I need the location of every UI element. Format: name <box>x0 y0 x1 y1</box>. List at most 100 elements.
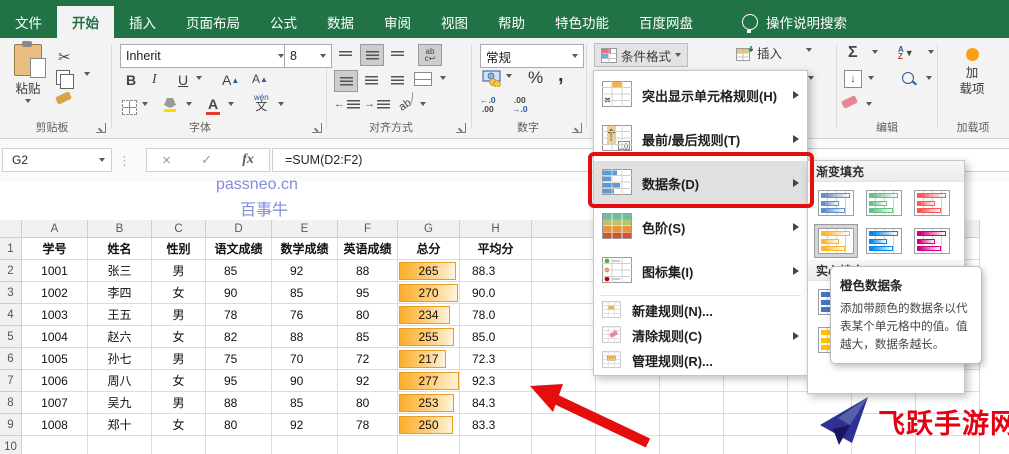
cell-C6[interactable]: 男 <box>152 348 206 370</box>
cell-A6[interactable]: 1005 <box>22 348 88 370</box>
clear-dropdown[interactable] <box>866 102 872 106</box>
swatch-purple-data-bar[interactable] <box>910 224 954 258</box>
font-name-select[interactable]: Inherit <box>120 44 290 68</box>
tab-特色功能[interactable]: 特色功能 <box>540 6 624 38</box>
cell-C4[interactable]: 男 <box>152 304 206 326</box>
row-header-1[interactable]: 1 <box>0 238 22 260</box>
underline-dropdown[interactable] <box>196 76 202 80</box>
cell-A8[interactable]: 1007 <box>22 392 88 414</box>
autosum-dropdown[interactable] <box>872 50 878 54</box>
empty-cell[interactable] <box>660 392 724 414</box>
column-header-C[interactable]: C <box>152 220 206 238</box>
cell-A5[interactable]: 1004 <box>22 326 88 348</box>
alignment-dialog-launcher[interactable] <box>456 123 466 133</box>
row-header-7[interactable]: 7 <box>0 370 22 392</box>
empty-cell[interactable] <box>788 414 852 436</box>
wrap-text-button[interactable]: abc↩ <box>418 44 442 66</box>
empty-cell[interactable] <box>532 414 596 436</box>
tell-me-search[interactable]: 操作说明搜索 <box>742 6 847 38</box>
swatch-light-blue-data-bar[interactable] <box>862 224 906 258</box>
menu-item-数据条(D)[interactable]: 数据条(D) <box>594 161 807 205</box>
menu-item-清除规则(C)[interactable]: 清除规则(C) <box>594 323 807 348</box>
copy-button[interactable] <box>56 70 70 85</box>
row-header-5[interactable]: 5 <box>0 326 22 348</box>
cell-G3[interactable]: 270 <box>398 282 460 304</box>
font-size-select[interactable]: 8 <box>284 44 332 68</box>
align-center-button[interactable] <box>360 70 382 90</box>
font-color-dropdown[interactable] <box>228 102 234 106</box>
clipboard-dialog-launcher[interactable] <box>96 123 106 133</box>
empty-cell[interactable] <box>532 348 596 370</box>
cell-A3[interactable]: 1002 <box>22 282 88 304</box>
cell-C7[interactable]: 女 <box>152 370 206 392</box>
tab-页面布局[interactable]: 页面布局 <box>171 6 255 38</box>
cut-button[interactable]: ✂ <box>58 48 71 66</box>
row-header-9[interactable]: 9 <box>0 414 22 436</box>
row-header-3[interactable]: 3 <box>0 282 22 304</box>
empty-cell[interactable] <box>852 392 916 414</box>
cell-C5[interactable]: 女 <box>152 326 206 348</box>
find-select-dropdown[interactable] <box>926 76 932 80</box>
fill-button[interactable]: ↓ <box>844 70 862 88</box>
cell-A2[interactable]: 1001 <box>22 260 88 282</box>
header-cell-平均分[interactable]: 平均分 <box>460 238 532 260</box>
percent-style-button[interactable]: % <box>528 68 543 88</box>
cell-B5[interactable]: 赵六 <box>88 326 152 348</box>
conditional-formatting-button[interactable]: 条件格式 <box>594 43 688 67</box>
empty-cell[interactable] <box>532 260 596 282</box>
column-header-H[interactable]: H <box>460 220 532 238</box>
header-cell-学号[interactable]: 学号 <box>22 238 88 260</box>
column-header-G[interactable]: G <box>398 220 460 238</box>
cell-D6[interactable]: 75 <box>206 348 272 370</box>
header-cell-英语成绩[interactable]: 英语成绩 <box>338 238 398 260</box>
cell-C9[interactable]: 女 <box>152 414 206 436</box>
empty-cell[interactable] <box>460 436 532 454</box>
swatch-red-data-bar[interactable] <box>910 186 954 220</box>
row-header-6[interactable]: 6 <box>0 348 22 370</box>
cell-H9[interactable]: 83.3 <box>460 414 532 436</box>
increase-decimal-button[interactable]: ←.0.00 <box>480 96 496 114</box>
cell-H4[interactable]: 78.0 <box>460 304 532 326</box>
phonetic-dropdown[interactable] <box>278 102 284 106</box>
tab-百度网盘[interactable]: 百度网盘 <box>624 6 708 38</box>
empty-cell[interactable] <box>532 238 596 260</box>
accounting-dropdown[interactable] <box>506 74 512 78</box>
cell-E5[interactable]: 88 <box>272 326 338 348</box>
column-header-F[interactable]: F <box>338 220 398 238</box>
decrease-decimal-button[interactable]: .00→.0 <box>512 96 528 114</box>
cell-B4[interactable]: 王五 <box>88 304 152 326</box>
cell-G4[interactable]: 234 <box>398 304 460 326</box>
align-bottom-button[interactable] <box>386 44 408 64</box>
decrease-indent-button[interactable]: ← <box>334 98 360 110</box>
cell-A7[interactable]: 1006 <box>22 370 88 392</box>
add-ins-button[interactable]: 加载项 <box>946 48 998 97</box>
phonetic-guide-button[interactable]: wén 文 <box>254 94 269 110</box>
empty-cell[interactable] <box>596 414 660 436</box>
cell-G2[interactable]: 265 <box>398 260 460 282</box>
cell-H2[interactable]: 88.3 <box>460 260 532 282</box>
empty-cell[interactable] <box>852 436 916 454</box>
cell-E9[interactable]: 92 <box>272 414 338 436</box>
increase-indent-button[interactable]: → <box>364 98 390 110</box>
cell-E8[interactable]: 85 <box>272 392 338 414</box>
cell-B3[interactable]: 李四 <box>88 282 152 304</box>
align-middle-button[interactable] <box>360 44 384 66</box>
empty-cell[interactable] <box>724 436 788 454</box>
cell-F7[interactable]: 92 <box>338 370 398 392</box>
format-painter-button[interactable] <box>56 94 71 102</box>
menu-item-新建规则(N)...[interactable]: 新建规则(N)... <box>594 298 807 323</box>
header-cell-姓名[interactable]: 姓名 <box>88 238 152 260</box>
header-cell-总分[interactable]: 总分 <box>398 238 460 260</box>
empty-cell[interactable] <box>532 326 596 348</box>
cell-F5[interactable]: 85 <box>338 326 398 348</box>
fill-color-dropdown[interactable] <box>186 102 192 106</box>
header-cell-数学成绩[interactable]: 数学成绩 <box>272 238 338 260</box>
cell-B2[interactable]: 张三 <box>88 260 152 282</box>
comma-style-button[interactable]: , <box>558 64 564 87</box>
cell-B8[interactable]: 吴九 <box>88 392 152 414</box>
cell-E6[interactable]: 70 <box>272 348 338 370</box>
number-dialog-launcher[interactable] <box>572 123 582 133</box>
empty-cell[interactable] <box>852 414 916 436</box>
borders-button[interactable] <box>122 100 137 115</box>
cell-D3[interactable]: 90 <box>206 282 272 304</box>
